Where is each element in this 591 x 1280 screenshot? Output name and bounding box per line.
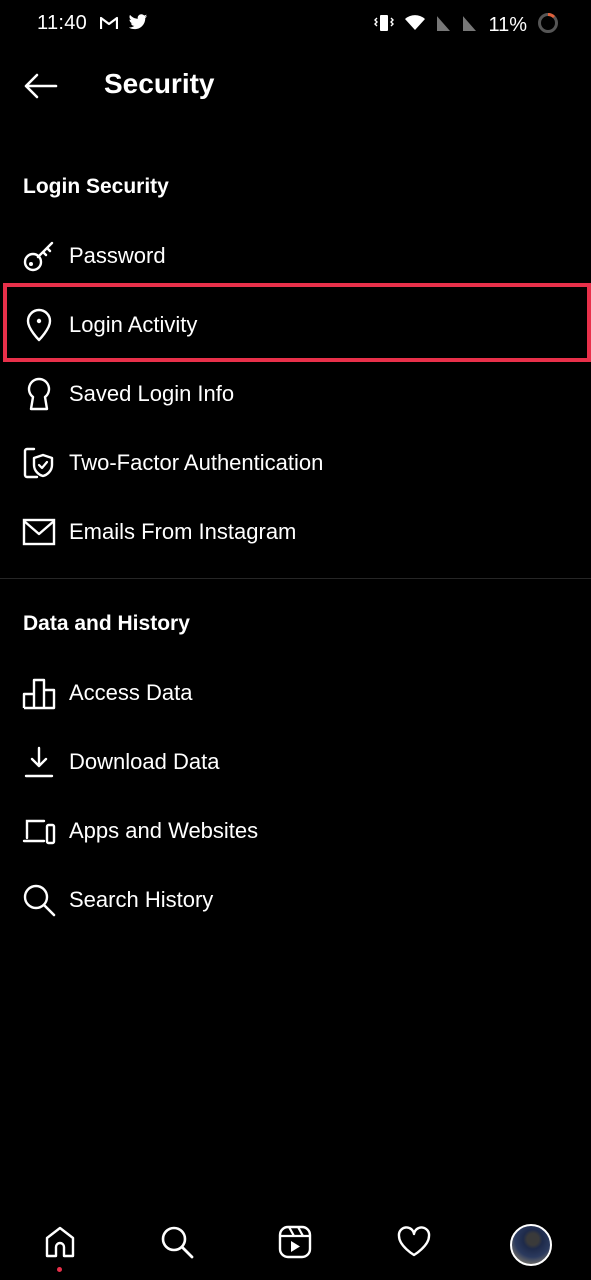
menu-item-label: Download Data (69, 749, 220, 774)
phone-shield-icon (22, 446, 56, 480)
back-button[interactable] (22, 70, 58, 102)
status-time: 11:40 (37, 12, 88, 34)
no-signal-icon (462, 14, 479, 37)
profile-avatar[interactable] (510, 1224, 552, 1266)
menu-item-label: Two-Factor Authentication (69, 450, 324, 475)
nav-reels[interactable] (275, 1222, 315, 1262)
battery-ring-icon (537, 12, 559, 39)
arrow-left-icon (24, 73, 58, 99)
menu-item-two-factor-authentication[interactable]: Two-Factor Authentication (0, 431, 591, 495)
nav-home[interactable] (40, 1222, 80, 1262)
menu-item-label: Search History (69, 887, 214, 912)
menu-item-label: Password (69, 243, 166, 268)
envelope-icon (22, 515, 56, 549)
page-title: Security (104, 68, 215, 99)
nav-search[interactable] (157, 1222, 197, 1262)
no-signal-icon (436, 14, 453, 37)
twitter-icon (128, 14, 148, 36)
section-title-login-security: Login Security (23, 175, 169, 198)
heart-icon (397, 1226, 431, 1257)
devices-icon (22, 814, 56, 848)
wifi-icon (404, 14, 426, 37)
battery-percent: 11% (488, 14, 527, 36)
menu-item-label: Saved Login Info (69, 381, 235, 406)
gmail-icon (99, 16, 119, 35)
section-title-data-and-history: Data and History (23, 612, 190, 635)
search-icon (161, 1226, 194, 1259)
menu-item-apps-and-websites[interactable]: Apps and Websites (0, 799, 591, 863)
reels-icon (278, 1225, 312, 1259)
header: Security (0, 62, 591, 112)
home-icon (45, 1226, 75, 1258)
location-pin-icon (22, 308, 56, 342)
download-icon (22, 745, 56, 779)
status-bar: 11:40 11% (0, 0, 591, 50)
menu-item-search-history[interactable]: Search History (0, 868, 591, 932)
menu-item-download-data[interactable]: Download Data (0, 730, 591, 794)
notification-dot (57, 1267, 62, 1272)
vibrate-icon (374, 14, 395, 37)
nav-activity[interactable] (394, 1222, 434, 1262)
menu-item-label: Access Data (69, 680, 193, 705)
bar-chart-icon (22, 676, 56, 710)
menu-item-saved-login-info[interactable]: Saved Login Info (0, 362, 591, 426)
menu-item-emails-from-instagram[interactable]: Emails From Instagram (0, 500, 591, 564)
menu-item-login-activity[interactable]: Login Activity (0, 293, 591, 357)
menu-item-label: Emails From Instagram (69, 519, 297, 544)
menu-item-password[interactable]: Password (0, 224, 591, 288)
menu-item-label: Apps and Websites (69, 818, 259, 843)
search-icon (22, 883, 56, 917)
key-icon (22, 239, 56, 273)
keyhole-icon (22, 377, 56, 411)
section-divider (0, 578, 591, 579)
menu-item-label: Login Activity (69, 312, 198, 337)
bottom-nav (0, 1200, 591, 1280)
menu-item-access-data[interactable]: Access Data (0, 661, 591, 725)
